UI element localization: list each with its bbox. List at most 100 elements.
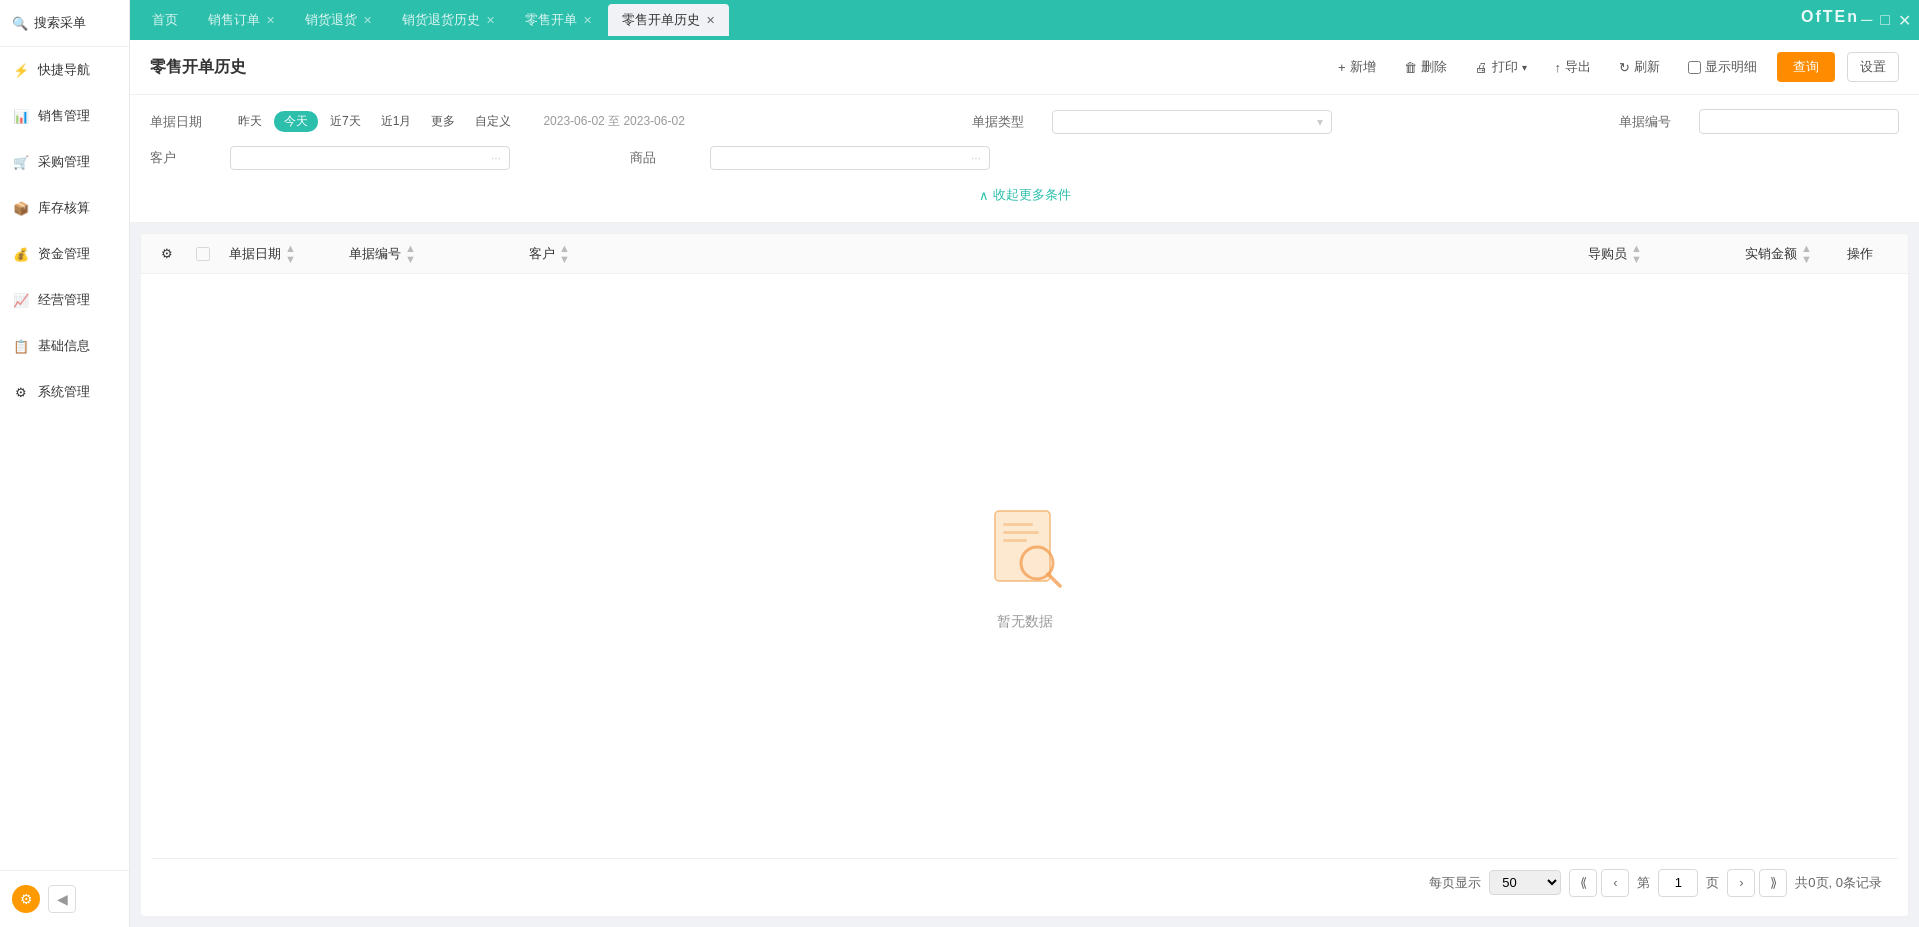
goods-filter-select[interactable]: ··· [710,146,990,170]
query-button[interactable]: 查询 [1777,52,1835,82]
purchase-mgmt-icon: 🛒 [12,153,30,171]
tab-sales-order-close[interactable]: ✕ [266,14,275,27]
sidebar-bottom: ⚙ ◀ [0,870,129,927]
sidebar-item-label: 库存核算 [38,199,90,217]
basic-info-icon: 📋 [12,337,30,355]
print-button[interactable]: 🖨 打印 ▾ [1467,54,1535,80]
query-label: 查询 [1793,58,1819,76]
number-filter-input[interactable] [1699,109,1899,134]
th-customer-label: 客户 [529,245,555,263]
sidebar-item-basic-info[interactable]: 📋 基础信息 [0,323,129,369]
export-icon: ↑ [1555,60,1562,75]
tab-sales-order[interactable]: 销售订单 ✕ [194,4,289,36]
page-title: 零售开单历史 [150,57,246,78]
page-last-button[interactable]: ⟫ [1759,869,1787,897]
table-area: ⚙ 单据日期 ▲▼ 单据编号 ▲▼ 客户 ▲▼ 导购员 [140,233,1909,917]
filter-row-2: 客户 ··· 商品 ··· [150,146,1899,170]
tab-retail-open[interactable]: 零售开单 ✕ [511,4,606,36]
date-btn-7days[interactable]: 近7天 [322,111,369,132]
window-maximize-button[interactable]: □ [1880,11,1890,29]
sales-mgmt-icon: 📊 [12,107,30,125]
print-icon: 🖨 [1475,60,1488,75]
sidebar-item-label: 资金管理 [38,245,90,263]
display-detail-toggle[interactable]: 显示明细 [1680,54,1765,80]
th-guide[interactable]: 导购员 ▲▼ [1580,243,1700,265]
th-date[interactable]: 单据日期 ▲▼ [221,243,341,265]
refresh-icon: ↻ [1619,60,1630,75]
tab-sales-return[interactable]: 销货退货 ✕ [291,4,386,36]
display-detail-checkbox[interactable] [1688,61,1701,74]
brand-logo: OfTEn [1801,8,1859,26]
page-number-input[interactable] [1658,869,1698,897]
sidebar-item-sales-mgmt[interactable]: 📊 销售管理 [0,93,129,139]
settings-button[interactable]: 设置 [1847,52,1899,82]
delete-icon: 🗑 [1404,60,1417,75]
svg-point-5 [1027,553,1047,573]
chevron-up-icon: ∧ [979,188,989,203]
sidebar-item-label: 采购管理 [38,153,90,171]
add-icon: + [1338,60,1346,75]
page-total: 共0页, 0条记录 [1795,874,1882,892]
tab-retail-open-history-close[interactable]: ✕ [706,14,715,27]
date-filter-label: 单据日期 [150,113,210,131]
th-settings[interactable]: ⚙ [149,246,185,261]
tab-sales-return-history[interactable]: 销货退货历史 ✕ [388,4,509,36]
tab-home[interactable]: 首页 [138,4,192,36]
customer-filter-label: 客户 [150,149,210,167]
filter-row-1: 单据日期 昨天 今天 近7天 近1月 更多 自定义 2023-06-02 至 2… [150,109,1899,134]
export-button[interactable]: ↑ 导出 [1547,54,1600,80]
window-minimize-button[interactable]: ─ [1861,11,1872,29]
customer-filter-select[interactable]: ··· [230,146,510,170]
tab-sales-return-history-close[interactable]: ✕ [486,14,495,27]
date-range-display: 2023-06-02 至 2023-06-02 [543,113,684,130]
tab-sales-return-close[interactable]: ✕ [363,14,372,27]
date-btn-yesterday[interactable]: 昨天 [230,111,270,132]
number-filter-label: 单据编号 [1619,113,1679,131]
goods-dots[interactable]: ··· [971,151,981,165]
sidebar-item-system[interactable]: ⚙ 系统管理 [0,369,129,415]
type-filter-select[interactable]: ▾ [1052,110,1332,134]
th-amount[interactable]: 实销金额 ▲▼ [1700,243,1820,265]
sidebar-search[interactable]: 🔍 搜索采单 [0,0,129,47]
th-date-label: 单据日期 [229,245,281,263]
page-size-select[interactable]: 50 10 20 100 [1489,870,1561,895]
window-close-button[interactable]: ✕ [1898,11,1911,30]
date-btn-custom[interactable]: 自定义 [467,111,519,132]
th-number[interactable]: 单据编号 ▲▼ [341,243,521,265]
tab-retail-open-close[interactable]: ✕ [583,14,592,27]
delete-button[interactable]: 🗑 删除 [1396,54,1455,80]
th-action-label: 操作 [1847,245,1873,263]
sidebar-item-label: 系统管理 [38,383,90,401]
refresh-button[interactable]: ↻ 刷新 [1611,54,1668,80]
sidebar-item-operation[interactable]: 📈 经营管理 [0,277,129,323]
sidebar-item-quick-nav[interactable]: ⚡ 快捷导航 [0,47,129,93]
filter-area: 单据日期 昨天 今天 近7天 近1月 更多 自定义 2023-06-02 至 2… [130,95,1919,223]
sidebar-collapse-button[interactable]: ◀ [48,885,76,913]
date-btn-more[interactable]: 更多 [423,111,463,132]
type-filter-label: 单据类型 [972,113,1032,131]
collapse-filter-button[interactable]: ∧ 收起更多条件 [975,182,1075,208]
th-checkbox[interactable] [185,247,221,261]
export-label: 导出 [1565,58,1591,76]
settings-label: 设置 [1860,58,1886,76]
goods-filter-label: 商品 [630,149,690,167]
tab-retail-open-history[interactable]: 零售开单历史 ✕ [608,4,729,36]
th-customer[interactable]: 客户 ▲▼ [521,243,1580,265]
sidebar-item-purchase-mgmt[interactable]: 🛒 采购管理 [0,139,129,185]
customer-dots[interactable]: ··· [491,151,501,165]
page-prev-button[interactable]: ‹ [1601,869,1629,897]
pagination-nav: ⟪ ‹ 第 页 › ⟫ [1569,869,1787,897]
filter-date-buttons: 昨天 今天 近7天 近1月 更多 自定义 [230,111,519,132]
add-button[interactable]: + 新增 [1330,54,1384,80]
date-btn-1month[interactable]: 近1月 [373,111,420,132]
column-settings-icon: ⚙ [161,246,173,261]
date-btn-today[interactable]: 今天 [274,111,318,132]
select-all-checkbox[interactable] [196,247,210,261]
settings-gear-button[interactable]: ⚙ [12,885,40,913]
sidebar-item-label: 销售管理 [38,107,90,125]
sidebar-item-inventory[interactable]: 📦 库存核算 [0,185,129,231]
tab-bar: 首页 销售订单 ✕ 销货退货 ✕ 销货退货历史 ✕ 零售开单 ✕ 零售开单历史 … [130,0,1919,40]
page-next-button[interactable]: › [1727,869,1755,897]
page-first-button[interactable]: ⟪ [1569,869,1597,897]
sidebar-item-finance[interactable]: 💰 资金管理 [0,231,129,277]
